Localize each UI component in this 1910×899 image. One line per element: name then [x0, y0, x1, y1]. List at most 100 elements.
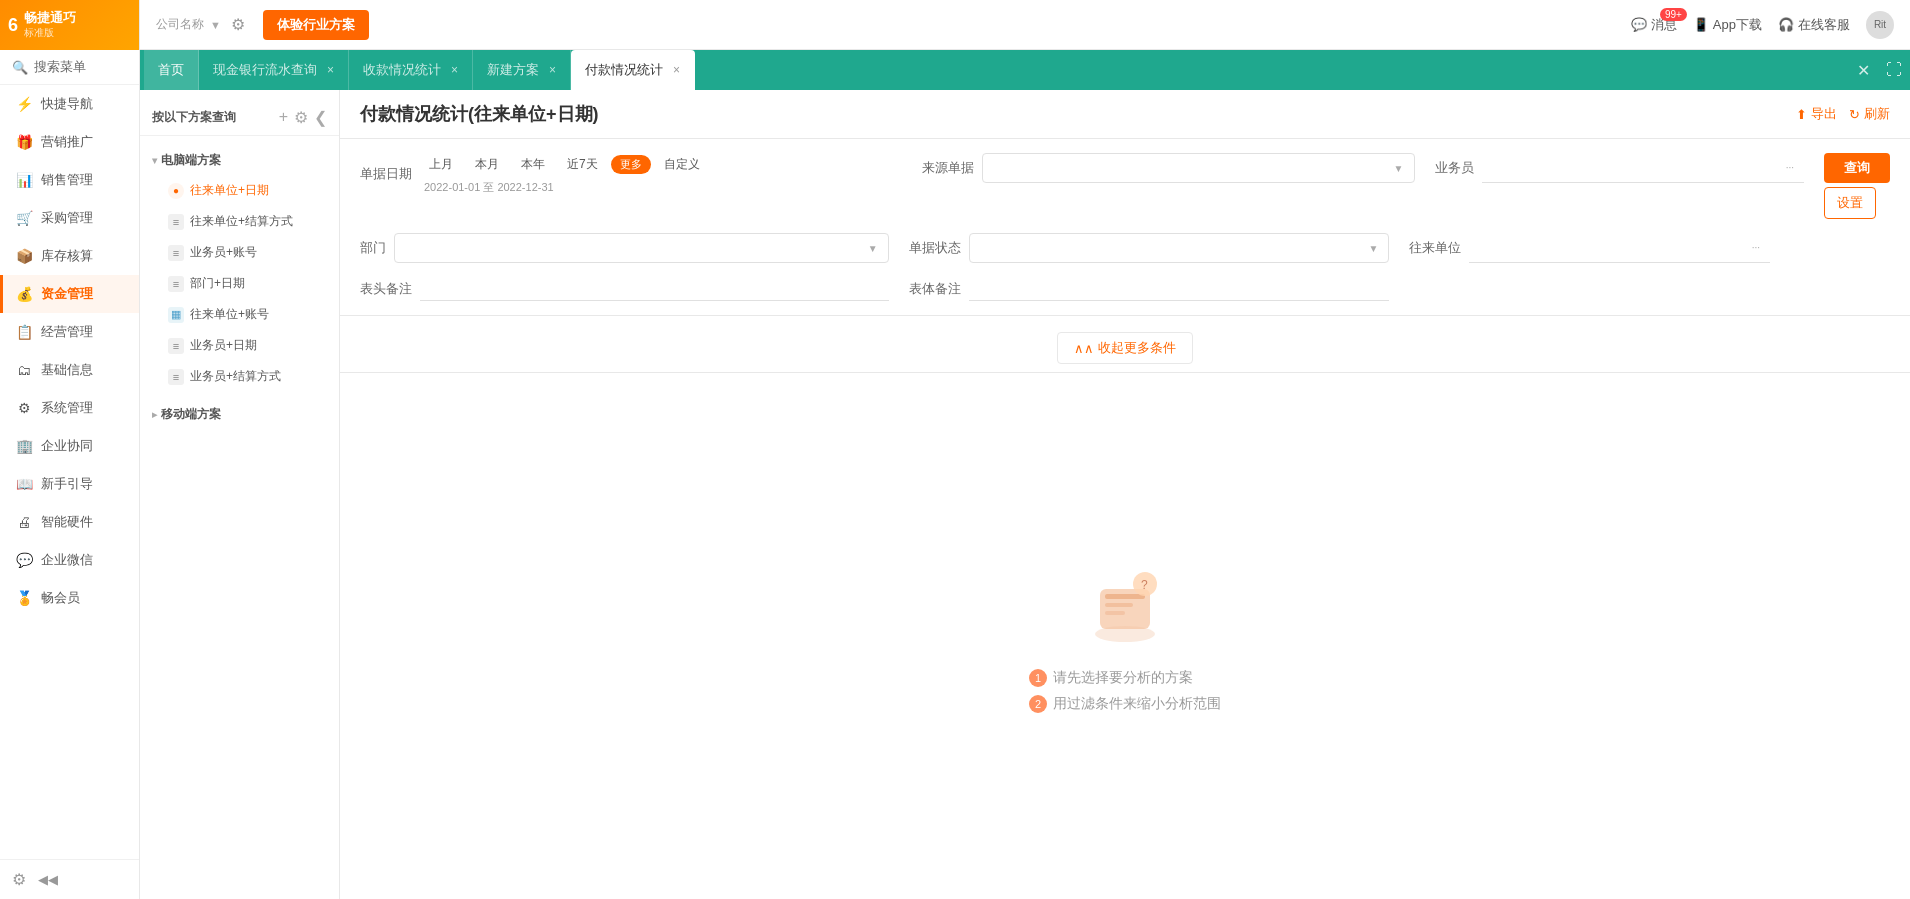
- sidebar-item-label: 经营管理: [41, 323, 93, 341]
- salesman-select[interactable]: ···: [1482, 153, 1804, 183]
- tab-bank[interactable]: 现金银行流水查询 ×: [199, 50, 349, 90]
- bill-status-filter-label: 单据状态: [909, 239, 961, 257]
- scheme-item-label: 部门+日期: [190, 275, 245, 292]
- sidebar-bottom: ⚙ ◀◀: [0, 859, 139, 899]
- empty-illustration: ?: [1075, 559, 1175, 659]
- scheme-item-label: 业务员+账号: [190, 244, 257, 261]
- sidebar-item-guide[interactable]: 📖 新手引导: [0, 465, 139, 503]
- scheme-item-partner-date[interactable]: ● 往来单位+日期: [140, 175, 339, 206]
- tab-payment-stat[interactable]: 付款情况统计 ×: [571, 50, 695, 90]
- company-name: 公司名称: [156, 16, 204, 33]
- purchase-icon: 🛒: [15, 209, 33, 227]
- app-download-btn[interactable]: 📱 App下载: [1693, 16, 1762, 34]
- sidebar-item-system[interactable]: ⚙ 系统管理: [0, 389, 139, 427]
- filter-partner-item: 往来单位 ···: [1409, 233, 1770, 263]
- main-area: 公司名称 ▼ ⚙ 体验行业方案 💬 消息 99+ 📱 App下载 🎧 在线客服 …: [140, 0, 1910, 899]
- scheme-item-partner-settle[interactable]: ≡ 往来单位+结算方式: [140, 206, 339, 237]
- sidebar-item-finance[interactable]: 💰 资金管理: [0, 275, 139, 313]
- filter-header-note-item: 表头备注: [360, 277, 889, 301]
- search-menu-btn[interactable]: 🔍 搜索菜单: [0, 50, 139, 85]
- message-icon: 💬: [1631, 17, 1647, 32]
- bottom-settings-icon[interactable]: ⚙: [12, 870, 26, 889]
- dept-select[interactable]: ▼: [394, 233, 889, 263]
- scheme-item-label: 业务员+日期: [190, 337, 257, 354]
- mobile-section-arrow: ▸: [152, 409, 157, 420]
- tab-home[interactable]: 首页: [144, 50, 199, 90]
- pc-section-label: 电脑端方案: [161, 152, 221, 169]
- empty-tip-2-item: 2 用过滤条件来缩小分析范围: [1029, 695, 1221, 713]
- company-selector[interactable]: 公司名称 ▼: [156, 16, 221, 33]
- fullscreen-icon[interactable]: ⛶: [1882, 57, 1906, 83]
- query-btn[interactable]: 查询: [1824, 153, 1890, 183]
- sidebar-item-label: 系统管理: [41, 399, 93, 417]
- mobile-section-header[interactable]: ▸ 移动端方案: [140, 400, 339, 429]
- dept-filter-label: 部门: [360, 239, 386, 257]
- last-month-btn[interactable]: 上月: [420, 153, 462, 176]
- sidebar-brand-area: 畅捷通巧 标准版: [24, 10, 76, 40]
- collapse-conditions-btn[interactable]: ∧∧ 收起更多条件: [1057, 332, 1193, 364]
- this-year-btn[interactable]: 本年: [512, 153, 554, 176]
- tab-bank-label: 现金银行流水查询: [213, 61, 317, 79]
- enterprise-icon: 🏢: [15, 437, 33, 455]
- scheme-settings-btn[interactable]: ⚙: [294, 108, 308, 127]
- panel-collapse-btn[interactable]: ❮: [314, 108, 327, 127]
- last-7-btn[interactable]: 近7天: [558, 153, 607, 176]
- partner-date-icon: ●: [168, 183, 184, 199]
- messages-badge: 99+: [1660, 8, 1687, 21]
- sidebar-item-vip[interactable]: 🏅 畅会员: [0, 579, 139, 617]
- sidebar-item-inventory[interactable]: 📦 库存核算: [0, 237, 139, 275]
- scheme-item-staff-account[interactable]: ≡ 业务员+账号: [140, 237, 339, 268]
- sidebar-collapse-icon[interactable]: ◀◀: [38, 872, 58, 887]
- scheme-item-staff-date[interactable]: ≡ 业务员+日期: [140, 330, 339, 361]
- sidebar-item-quick-nav[interactable]: ⚡ 快捷导航: [0, 85, 139, 123]
- bill-status-select[interactable]: ▼: [969, 233, 1390, 263]
- scheme-item-partner-account[interactable]: ▦ 往来单位+账号: [140, 299, 339, 330]
- online-service-btn[interactable]: 🎧 在线客服: [1778, 16, 1850, 34]
- user-avatar[interactable]: Rit: [1866, 11, 1894, 39]
- this-month-btn[interactable]: 本月: [466, 153, 508, 176]
- scheme-item-dept-date[interactable]: ≡ 部门+日期: [140, 268, 339, 299]
- more-date-btn[interactable]: 更多: [611, 155, 651, 174]
- source-select[interactable]: ▼: [982, 153, 1415, 183]
- guide-icon: 📖: [15, 475, 33, 493]
- company-dropdown-icon: ▼: [210, 19, 221, 31]
- add-scheme-btn[interactable]: +: [279, 108, 288, 127]
- tabbar-actions: ✕ ⛶: [1853, 57, 1906, 84]
- export-btn[interactable]: ⬆ 导出: [1796, 105, 1837, 123]
- sidebar-item-purchase[interactable]: 🛒 采购管理: [0, 199, 139, 237]
- sidebar-edition: 标准版: [24, 26, 76, 40]
- salesman-select-arrow: ···: [1786, 162, 1794, 173]
- body-note-input[interactable]: [969, 277, 1390, 301]
- tab-payment-stat-close[interactable]: ×: [673, 63, 680, 77]
- refresh-btn[interactable]: ↻ 刷新: [1849, 105, 1890, 123]
- pc-section-header[interactable]: ▾ 电脑端方案: [140, 146, 339, 175]
- partner-select[interactable]: ···: [1469, 233, 1770, 263]
- sidebar-item-sales[interactable]: 📊 销售管理: [0, 161, 139, 199]
- custom-date-btn[interactable]: 自定义: [655, 153, 709, 176]
- content-area: 按以下方案查询 + ⚙ ❮ ▾ 电脑端方案 ● 往来单位+日期 ≡: [140, 90, 1910, 899]
- filter-settings-btn[interactable]: 设置: [1824, 187, 1876, 219]
- right-content: 付款情况统计(往来单位+日期) ⬆ 导出 ↻ 刷新: [340, 90, 1910, 899]
- close-all-tabs-icon[interactable]: ✕: [1853, 57, 1874, 84]
- sidebar-item-enterprise[interactable]: 🏢 企业协同: [0, 427, 139, 465]
- tab-new-scheme[interactable]: 新建方案 ×: [473, 50, 571, 90]
- pc-section-arrow: ▾: [152, 155, 157, 166]
- sidebar-item-weixin[interactable]: 💬 企业微信: [0, 541, 139, 579]
- sidebar-item-basic[interactable]: 🗂 基础信息: [0, 351, 139, 389]
- trial-btn[interactable]: 体验行业方案: [263, 10, 369, 40]
- tab-receivable-close[interactable]: ×: [451, 63, 458, 77]
- messages-btn[interactable]: 💬 消息 99+: [1631, 16, 1677, 34]
- topbar-settings-icon[interactable]: ⚙: [231, 15, 245, 34]
- sales-icon: 📊: [15, 171, 33, 189]
- tab-receivable[interactable]: 收款情况统计 ×: [349, 50, 473, 90]
- scheme-item-staff-settle[interactable]: ≡ 业务员+结算方式: [140, 361, 339, 392]
- empty-svg: ?: [1075, 559, 1175, 659]
- tab-bank-close[interactable]: ×: [327, 63, 334, 77]
- inventory-icon: 📦: [15, 247, 33, 265]
- sidebar-nav: ⚡ 快捷导航 🎁 营销推广 📊 销售管理 🛒 采购管理 📦 库存核算 💰 资金管…: [0, 85, 139, 859]
- sidebar-item-marketing[interactable]: 🎁 营销推广: [0, 123, 139, 161]
- sidebar-item-hardware[interactable]: 🖨 智能硬件: [0, 503, 139, 541]
- sidebar-item-operation[interactable]: 📋 经营管理: [0, 313, 139, 351]
- tab-new-scheme-close[interactable]: ×: [549, 63, 556, 77]
- header-note-input[interactable]: [420, 277, 889, 301]
